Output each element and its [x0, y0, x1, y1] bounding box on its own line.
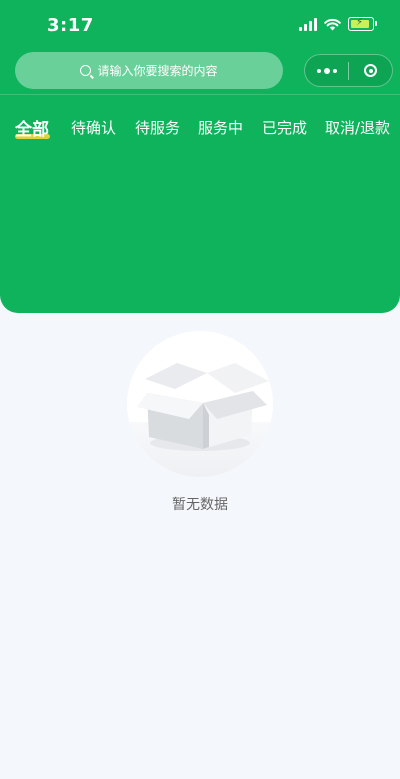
battery-icon: ⚡ [348, 17, 377, 31]
more-menu-button[interactable] [305, 67, 348, 74]
search-input[interactable]: 请输入你要搜索的内容 [15, 52, 283, 89]
status-bar: 3:17 ⚡ [0, 0, 400, 50]
close-miniprogram-button[interactable] [349, 64, 392, 77]
tab-pending-service[interactable]: 待服务 [135, 117, 180, 138]
signal-icon [299, 17, 317, 31]
empty-state-text: 暂无数据 [172, 497, 228, 513]
tab-completed[interactable]: 已完成 [262, 117, 307, 138]
tab-all[interactable]: 全部 [15, 115, 49, 140]
header-panel: 3:17 ⚡ 请输入你要搜索的内容 全部 待确认 待服务 服务中 已完成 取消/… [0, 0, 400, 313]
status-time: 3:17 [47, 15, 94, 36]
empty-state-illustration [127, 331, 273, 477]
target-icon [364, 64, 377, 77]
tab-pending-confirm[interactable]: 待确认 [71, 117, 116, 138]
tab-cancel-refund[interactable]: 取消/退款 [325, 117, 390, 138]
status-icons: ⚡ [299, 17, 377, 31]
tab-in-service[interactable]: 服务中 [198, 117, 243, 138]
search-icon [80, 65, 92, 76]
miniprogram-capsule [304, 54, 393, 87]
search-placeholder: 请输入你要搜索的内容 [97, 64, 218, 78]
wifi-icon [324, 18, 341, 30]
empty-box-icon [137, 363, 269, 451]
tabs-divider [0, 94, 400, 95]
